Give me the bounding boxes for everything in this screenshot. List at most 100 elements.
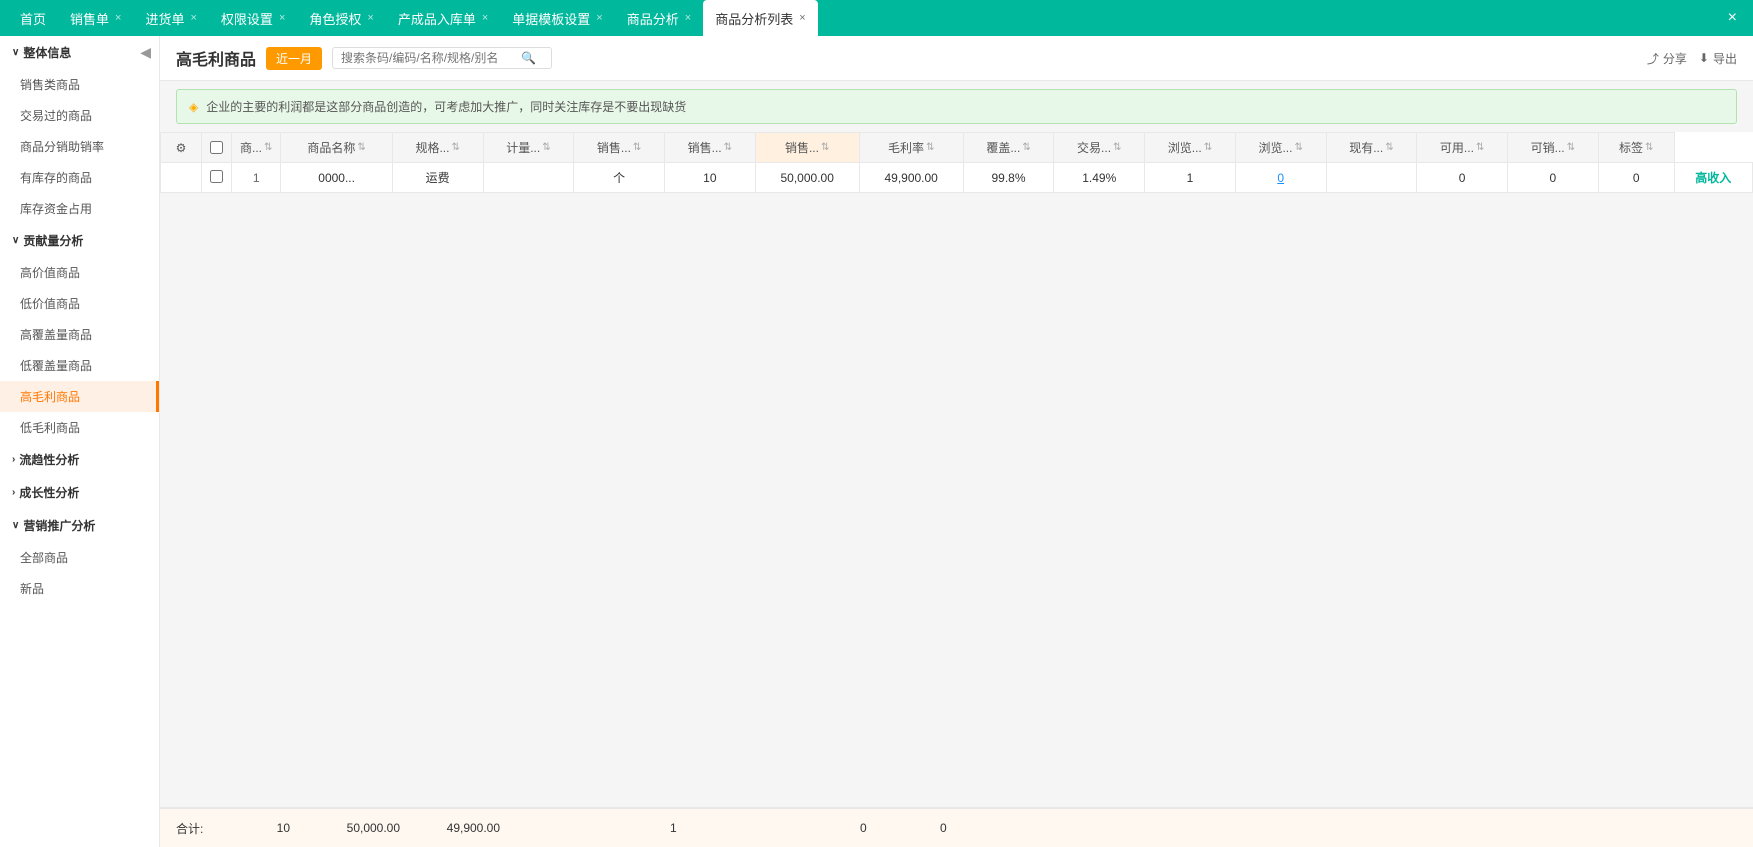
row-available-stock: 0 [1507, 163, 1598, 193]
sidebar-group-contribution[interactable]: ∨ 贡献量分析 [0, 224, 159, 257]
col-view2[interactable]: 浏览... ⇅ [1235, 133, 1326, 163]
tab-purchase-order[interactable]: 进货单 × [133, 0, 208, 36]
sidebar-group-growth[interactable]: › 成长性分析 [0, 476, 159, 509]
sort-icon: ⇅ [1567, 142, 1575, 153]
footer-total: 合计: 10 50,000.00 49,900.00 1 0 0 [160, 807, 1753, 847]
tab-product-inbound[interactable]: 产成品入库单 × [386, 0, 500, 36]
sidebar-item-low-coverage[interactable]: 低覆盖量商品 [0, 350, 159, 381]
footer-sales-cost: 49,900.00 [423, 821, 523, 835]
sidebar-item-in-stock-goods[interactable]: 有库存的商品 [0, 162, 159, 193]
search-input[interactable] [341, 51, 521, 65]
sort-icon: ⇅ [451, 142, 459, 153]
sidebar-group-label: 整体信息 [23, 44, 71, 61]
tab-product-analysis[interactable]: 商品分析 × [615, 0, 703, 36]
close-icon[interactable]: × [685, 12, 691, 24]
close-icon[interactable]: × [482, 12, 488, 24]
footer-current-stock: 0 [823, 821, 903, 835]
sidebar-group-marketing[interactable]: ∨ 营销推广分析 [0, 509, 159, 542]
row-num: 1 [232, 163, 281, 193]
row-spec [483, 163, 574, 193]
col-label: 毛利率 [888, 139, 924, 156]
sidebar-group-overall[interactable]: ∨ 整体信息 [0, 36, 159, 69]
close-icon[interactable]: × [190, 12, 196, 24]
recent-month-button[interactable]: 近一月 [266, 47, 322, 70]
col-label: 现有... [1349, 139, 1383, 156]
col-sales-qty[interactable]: 销售... ⇅ [574, 133, 665, 163]
chevron-down-icon: ∨ [12, 520, 19, 531]
sort-icon: ⇅ [926, 142, 934, 153]
row-name: 运费 [392, 163, 483, 193]
tab-permission-settings[interactable]: 权限设置 × [209, 0, 297, 36]
col-sales-amount[interactable]: 销售... ⇅ [664, 133, 755, 163]
sidebar-group-trend[interactable]: › 流趋性分析 [0, 443, 159, 476]
tab-template-settings[interactable]: 单据模板设置 × [500, 0, 614, 36]
col-available-stock[interactable]: 可用... ⇅ [1417, 133, 1508, 163]
sidebar-item-new-goods[interactable]: 新品 [0, 573, 159, 604]
sort-icon: ⇅ [1645, 142, 1653, 153]
col-label: 计量... [506, 139, 540, 156]
sidebar-item-high-margin[interactable]: 高毛利商品 [0, 381, 159, 412]
search-icon[interactable]: 🔍 [521, 51, 536, 65]
col-settings[interactable]: ⚙ [161, 133, 202, 163]
col-current-stock[interactable]: 现有... ⇅ [1326, 133, 1417, 163]
col-trade-count[interactable]: 交易... ⇅ [1054, 133, 1145, 163]
close-icon[interactable]: × [367, 12, 373, 24]
sidebar-item-traded-goods[interactable]: 交易过的商品 [0, 100, 159, 131]
close-icon[interactable]: × [115, 12, 121, 24]
close-icon[interactable]: × [279, 12, 285, 24]
tab-role-auth[interactable]: 角色授权 × [297, 0, 385, 36]
row-unit: 个 [574, 163, 665, 193]
close-icon[interactable]: × [596, 12, 602, 24]
info-icon: ◈ [189, 100, 198, 114]
col-name[interactable]: 商品名称 ⇅ [281, 133, 392, 163]
col-coverage[interactable]: 覆盖... ⇅ [963, 133, 1054, 163]
share-button[interactable]: ⤴ 分享 [1647, 50, 1687, 67]
select-all-checkbox[interactable] [210, 141, 223, 154]
sidebar-item-low-value[interactable]: 低价值商品 [0, 288, 159, 319]
sidebar-group-label: 贡献量分析 [23, 232, 83, 249]
tab-sales-order[interactable]: 销售单 × [58, 0, 133, 36]
sidebar-group-label: 营销推广分析 [23, 517, 95, 534]
footer-cells: 10 50,000.00 49,900.00 1 0 0 [243, 821, 1737, 835]
sidebar-item-stock-capital[interactable]: 库存资金占用 [0, 193, 159, 224]
sort-icon: ⇅ [1476, 142, 1484, 153]
sort-icon: ⇅ [1204, 142, 1212, 153]
tab-home[interactable]: 首页 [8, 0, 58, 36]
col-code[interactable]: 商... ⇅ [232, 133, 281, 163]
col-label: 覆盖... [986, 139, 1020, 156]
col-gross-margin[interactable]: 毛利率 ⇅ [859, 133, 963, 163]
sidebar-item-low-margin[interactable]: 低毛利商品 [0, 412, 159, 443]
sidebar-item-all-goods[interactable]: 全部商品 [0, 542, 159, 573]
row-sales-cost: 49,900.00 [859, 163, 963, 193]
col-sellable-stock[interactable]: 可销... ⇅ [1507, 133, 1598, 163]
col-view1[interactable]: 浏览... ⇅ [1145, 133, 1236, 163]
export-button[interactable]: ⬇ 导出 [1699, 50, 1737, 67]
close-icon[interactable]: × [799, 12, 805, 24]
row-sales-amount: 50,000.00 [755, 163, 859, 193]
col-label: 商品名称 [307, 139, 355, 156]
footer-sales-amount: 50,000.00 [323, 821, 423, 835]
sidebar-item-sales-goods[interactable]: 销售类商品 [0, 69, 159, 100]
footer-trade-count: 1 [523, 821, 823, 835]
window-close-button[interactable]: × [1720, 9, 1745, 27]
info-banner: ◈ 企业的主要的利润都是这部分商品创造的，可考虑加大推广，同时关注库存是不要出现… [176, 89, 1737, 124]
row-checkbox[interactable] [202, 163, 232, 193]
row-settings [161, 163, 202, 193]
sidebar-item-high-coverage[interactable]: 高覆盖量商品 [0, 319, 159, 350]
col-spec[interactable]: 规格... ⇅ [392, 133, 483, 163]
row-coverage: 1.49% [1054, 163, 1145, 193]
col-label: 浏览... [1168, 139, 1202, 156]
sidebar-item-distribution-rate[interactable]: 商品分销助销率 [0, 131, 159, 162]
sidebar-collapse-button[interactable]: ◀ [140, 44, 151, 61]
col-unit[interactable]: 计量... ⇅ [483, 133, 574, 163]
sidebar-item-high-value[interactable]: 高价值商品 [0, 257, 159, 288]
sort-icon: ⇅ [357, 142, 365, 153]
tab-product-analysis-list[interactable]: 商品分析列表 × [703, 0, 817, 36]
col-tag[interactable]: 标签 ⇅ [1598, 133, 1674, 163]
col-label: 交易... [1077, 139, 1111, 156]
main-layout: ◀ ∨ 整体信息 销售类商品 交易过的商品 商品分销助销率 有库存的商品 库存资… [0, 36, 1753, 847]
row-view1[interactable]: 0 [1235, 163, 1326, 193]
row-code: 0000... [281, 163, 392, 193]
sort-icon: ⇅ [1294, 142, 1302, 153]
col-sales-cost[interactable]: 销售... ⇅ [755, 133, 859, 163]
